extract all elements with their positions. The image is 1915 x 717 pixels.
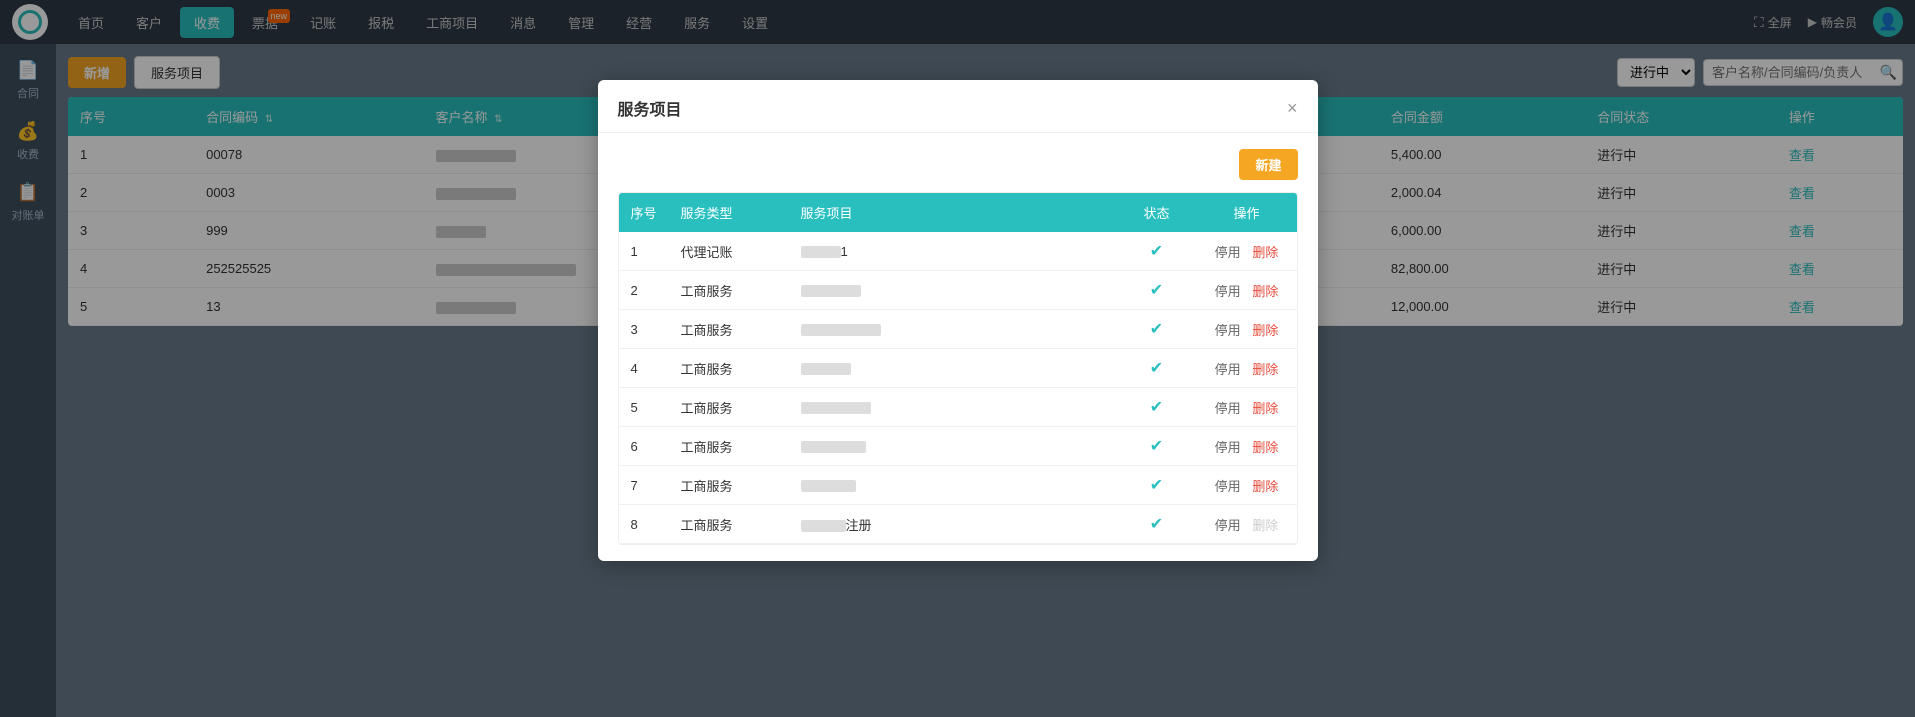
modal-col-item: 服务项目 — [789, 193, 1117, 232]
modal-cell-type: 工商服务 — [669, 388, 789, 427]
modal-cell-type: 工商服务 — [669, 271, 789, 310]
modal-table-row: 8 工商服务 注册 ✔ 停用 删除 — [619, 505, 1297, 544]
delete-button[interactable]: 删除 — [1248, 515, 1282, 534]
modal-cell-status: ✔ — [1117, 427, 1197, 466]
status-check-icon: ✔ — [1150, 438, 1163, 455]
modal-col-type: 服务类型 — [669, 193, 789, 232]
service-modal: 服务项目 × 新建 序号 服务类型 服务项目 状态 操作 — [598, 80, 1318, 561]
modal-cell-action: 停用 删除 — [1197, 466, 1297, 505]
modal-table-row: 1 代理记账 1 ✔ 停用 删除 — [619, 232, 1297, 271]
modal-cell-action: 停用 删除 — [1197, 310, 1297, 349]
delete-button[interactable]: 删除 — [1248, 359, 1282, 378]
modal-cell-seq: 7 — [619, 466, 669, 505]
modal-title: 服务项目 — [618, 96, 682, 120]
delete-button[interactable]: 删除 — [1248, 281, 1282, 300]
modal-cell-type: 工商服务 — [669, 349, 789, 388]
modal-cell-item — [789, 466, 1117, 505]
modal-col-action: 操作 — [1197, 193, 1297, 232]
modal-cell-action: 停用 删除 — [1197, 232, 1297, 271]
status-check-icon: ✔ — [1150, 516, 1163, 533]
status-check-icon: ✔ — [1150, 321, 1163, 338]
modal-cell-item: 1 — [789, 232, 1117, 271]
modal-cell-status: ✔ — [1117, 349, 1197, 388]
modal-cell-seq: 6 — [619, 427, 669, 466]
status-check-icon: ✔ — [1150, 282, 1163, 299]
modal-cell-action: 停用 删除 — [1197, 349, 1297, 388]
modal-cell-seq: 1 — [619, 232, 669, 271]
modal-cell-seq: 3 — [619, 310, 669, 349]
delete-button[interactable]: 删除 — [1248, 242, 1282, 261]
modal-table-row: 4 工商服务 ✔ 停用 删除 — [619, 349, 1297, 388]
stop-button[interactable]: 停用 — [1211, 437, 1245, 456]
modal-cell-action: 停用 删除 — [1197, 427, 1297, 466]
modal-cell-type: 工商服务 — [669, 427, 789, 466]
modal-table-row: 5 工商服务 ✔ 停用 删除 — [619, 388, 1297, 427]
stop-button[interactable]: 停用 — [1211, 515, 1245, 534]
modal-cell-status: ✔ — [1117, 310, 1197, 349]
modal-table-wrap: 序号 服务类型 服务项目 状态 操作 1 代理记账 1 — [618, 192, 1298, 545]
stop-button[interactable]: 停用 — [1211, 476, 1245, 495]
modal-cell-seq: 8 — [619, 505, 669, 544]
modal-cell-seq: 2 — [619, 271, 669, 310]
modal-cell-status: ✔ — [1117, 271, 1197, 310]
stop-button[interactable]: 停用 — [1211, 242, 1245, 261]
modal-cell-item — [789, 427, 1117, 466]
modal-col-status: 状态 — [1117, 193, 1197, 232]
status-check-icon: ✔ — [1150, 477, 1163, 494]
stop-button[interactable]: 停用 — [1211, 281, 1245, 300]
modal-cell-status: ✔ — [1117, 232, 1197, 271]
stop-button[interactable]: 停用 — [1211, 359, 1245, 378]
modal-toolbar: 新建 — [618, 149, 1298, 180]
modal-cell-item — [789, 349, 1117, 388]
delete-button[interactable]: 删除 — [1248, 437, 1282, 456]
modal-cell-action: 停用 删除 — [1197, 388, 1297, 427]
modal-header: 服务项目 × — [598, 80, 1318, 133]
modal-cell-seq: 4 — [619, 349, 669, 388]
modal-cell-type: 工商服务 — [669, 310, 789, 349]
modal-cell-item: 注册 — [789, 505, 1117, 544]
status-check-icon: ✔ — [1150, 243, 1163, 260]
delete-button[interactable]: 删除 — [1248, 320, 1282, 339]
status-check-icon: ✔ — [1150, 360, 1163, 377]
modal-table-row: 3 工商服务 ✔ 停用 删除 — [619, 310, 1297, 349]
stop-button[interactable]: 停用 — [1211, 398, 1245, 417]
status-check-icon: ✔ — [1150, 399, 1163, 416]
modal-cell-item — [789, 310, 1117, 349]
stop-button[interactable]: 停用 — [1211, 320, 1245, 339]
modal-cell-item — [789, 271, 1117, 310]
modal-col-seq: 序号 — [619, 193, 669, 232]
modal-table-row: 6 工商服务 ✔ 停用 删除 — [619, 427, 1297, 466]
delete-button[interactable]: 删除 — [1248, 398, 1282, 417]
modal-cell-type: 工商服务 — [669, 466, 789, 505]
modal-cell-status: ✔ — [1117, 505, 1197, 544]
modal-cell-type: 代理记账 — [669, 232, 789, 271]
modal-cell-action: 停用 删除 — [1197, 505, 1297, 544]
modal-new-button[interactable]: 新建 — [1239, 149, 1297, 180]
modal-cell-action: 停用 删除 — [1197, 271, 1297, 310]
modal-overlay: 服务项目 × 新建 序号 服务类型 服务项目 状态 操作 — [0, 0, 1915, 717]
delete-button[interactable]: 删除 — [1248, 476, 1282, 495]
modal-close-button[interactable]: × — [1287, 99, 1298, 117]
modal-cell-seq: 5 — [619, 388, 669, 427]
modal-cell-item — [789, 388, 1117, 427]
modal-table-row: 7 工商服务 ✔ 停用 删除 — [619, 466, 1297, 505]
modal-cell-type: 工商服务 — [669, 505, 789, 544]
modal-cell-status: ✔ — [1117, 466, 1197, 505]
modal-body: 新建 序号 服务类型 服务项目 状态 操作 — [598, 133, 1318, 561]
modal-table-row: 2 工商服务 ✔ 停用 删除 — [619, 271, 1297, 310]
modal-cell-status: ✔ — [1117, 388, 1197, 427]
service-table: 序号 服务类型 服务项目 状态 操作 1 代理记账 1 — [619, 193, 1297, 544]
